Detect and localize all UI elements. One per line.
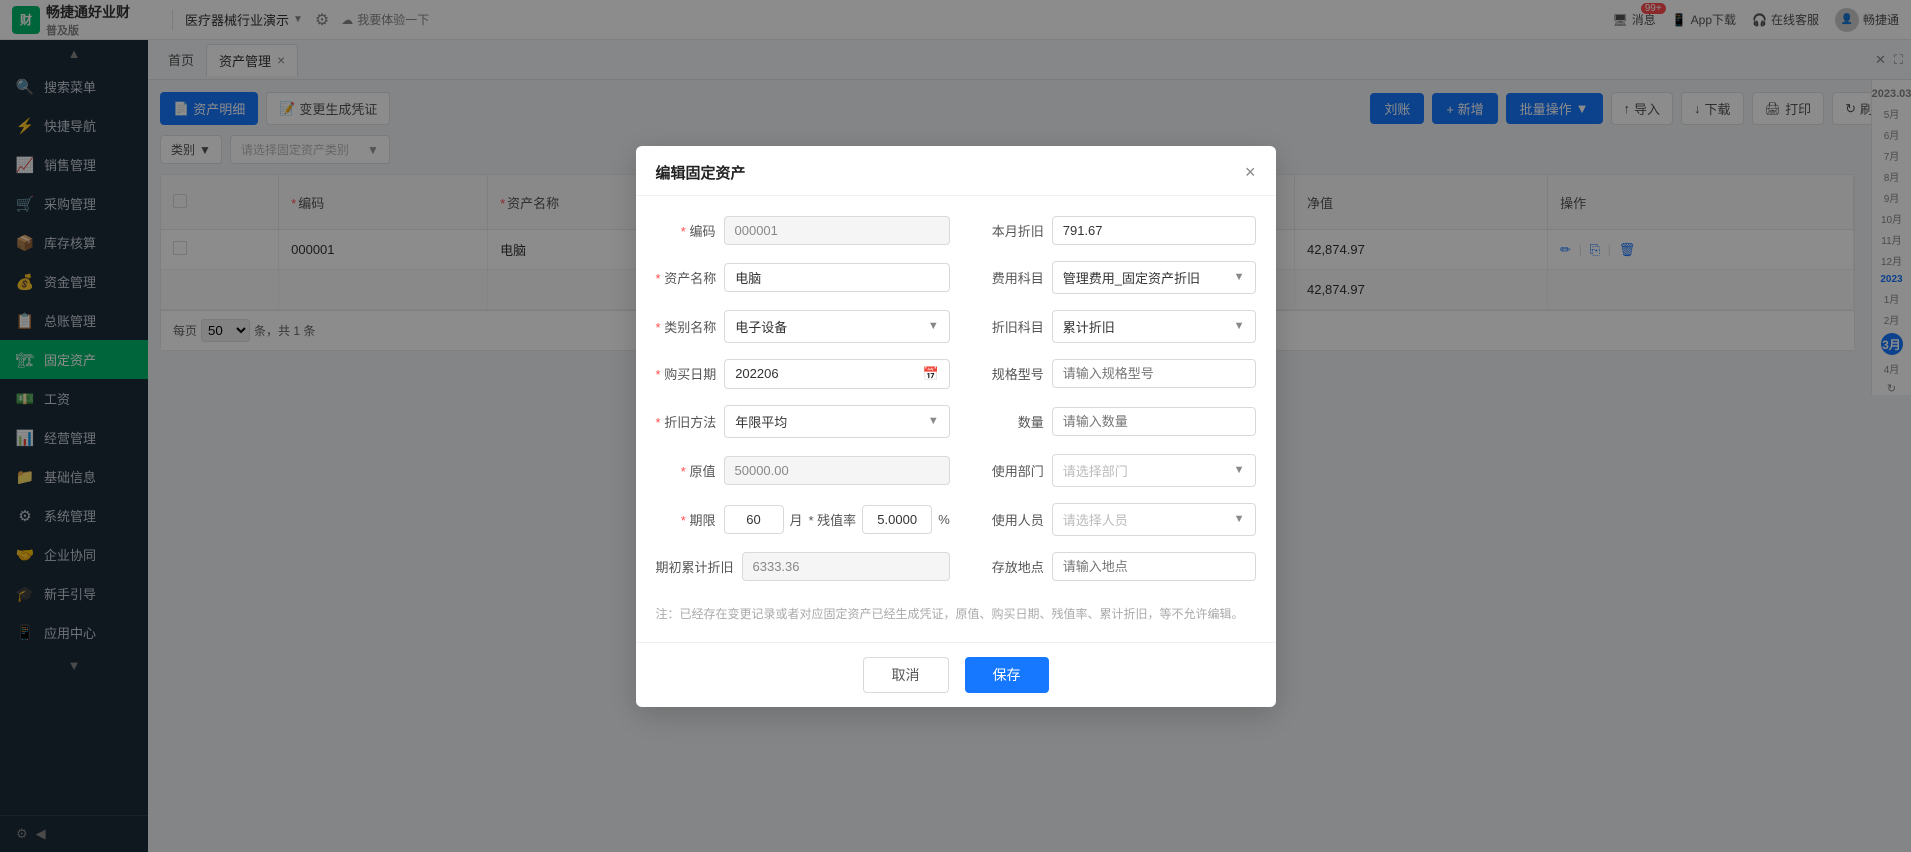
form-row-location: 存放地点 bbox=[974, 552, 1256, 581]
modal-header: 编辑固定资产 × bbox=[636, 146, 1276, 196]
note-row: 注：已经存在变更记录或者对应固定资产已经生成凭证，原值、购买日期、残值率、累计折… bbox=[656, 597, 1256, 622]
dept-arrow: ▼ bbox=[1234, 464, 1245, 476]
spec-label: 规格型号 bbox=[974, 364, 1044, 383]
user-arrow: ▼ bbox=[1234, 513, 1245, 525]
form-row-spec: 规格型号 bbox=[974, 359, 1256, 389]
form-row-user: 使用人员 请选择人员 ▼ bbox=[974, 503, 1256, 536]
form-row-name: * 资产名称 bbox=[656, 261, 950, 294]
modal-body: * 编码 本月折旧 * 资产名称 费用科目 bbox=[636, 196, 1276, 642]
residual-rate-input[interactable] bbox=[862, 505, 932, 534]
dep-method-select[interactable]: 年限平均 ▼ bbox=[724, 405, 950, 438]
dep-method-arrow: ▼ bbox=[928, 415, 939, 427]
save-button[interactable]: 保存 bbox=[965, 657, 1049, 693]
edit-modal: 编辑固定资产 × * 编码 本月折旧 * 资产名称 bbox=[636, 146, 1276, 707]
user-select[interactable]: 请选择人员 ▼ bbox=[1052, 503, 1256, 536]
form-row-initial-dep: 期初累计折旧 bbox=[656, 552, 950, 581]
category-label: * 类别名称 bbox=[656, 317, 717, 336]
form-row-original: * 原值 bbox=[656, 454, 950, 487]
residual-rate-pct: % bbox=[938, 512, 950, 527]
expense-subject-value: 管理费用_固定资产折旧 bbox=[1063, 268, 1200, 287]
dept-placeholder: 请选择部门 bbox=[1063, 461, 1128, 480]
spec-input[interactable] bbox=[1052, 359, 1256, 388]
category-arrow: ▼ bbox=[928, 320, 939, 332]
location-label: 存放地点 bbox=[974, 557, 1044, 576]
dep-method-value: 年限平均 bbox=[735, 412, 787, 431]
period-input[interactable] bbox=[724, 505, 784, 534]
quantity-label: 数量 bbox=[974, 412, 1044, 431]
name-input[interactable] bbox=[724, 263, 950, 292]
user-label: 使用人员 bbox=[974, 510, 1044, 529]
form-row-dept: 使用部门 请选择部门 ▼ bbox=[974, 454, 1256, 487]
initial-dep-input[interactable] bbox=[742, 552, 950, 581]
form-row-expense-subject: 费用科目 管理费用_固定资产折旧 ▼ bbox=[974, 261, 1256, 294]
code-label: * 编码 bbox=[656, 221, 716, 240]
dep-subject-label: 折旧科目 bbox=[974, 317, 1044, 336]
expense-subject-select[interactable]: 管理费用_固定资产折旧 ▼ bbox=[1052, 261, 1256, 294]
expense-subject-arrow: ▼ bbox=[1234, 271, 1245, 283]
calendar-icon: 📅 bbox=[923, 366, 939, 382]
purchase-date-value: 202206 bbox=[735, 366, 778, 381]
dep-subject-select[interactable]: 累计折旧 ▼ bbox=[1052, 310, 1256, 343]
location-input[interactable] bbox=[1052, 552, 1256, 581]
category-select[interactable]: 电子设备 ▼ bbox=[724, 310, 950, 343]
dep-method-label: * 折旧方法 bbox=[656, 412, 717, 431]
code-input[interactable] bbox=[724, 216, 950, 245]
quantity-input[interactable] bbox=[1052, 407, 1256, 436]
monthly-dep-label: 本月折旧 bbox=[974, 221, 1044, 240]
monthly-dep-input[interactable] bbox=[1052, 216, 1256, 245]
purchase-date-picker[interactable]: 202206 📅 bbox=[724, 359, 950, 389]
expense-subject-label: 费用科目 bbox=[974, 268, 1044, 287]
period-row: 月 * 残值率 % bbox=[724, 505, 950, 534]
form-row-period: * 期限 月 * 残值率 % bbox=[656, 503, 950, 536]
initial-dep-label: 期初累计折旧 bbox=[656, 557, 734, 576]
purchase-date-label: * 购买日期 bbox=[656, 364, 717, 383]
dept-select[interactable]: 请选择部门 ▼ bbox=[1052, 454, 1256, 487]
modal-footer: 取消 保存 bbox=[636, 642, 1276, 707]
form-row-quantity: 数量 bbox=[974, 405, 1256, 438]
residual-rate-label: * 残值率 bbox=[809, 510, 857, 529]
modal-close-button[interactable]: × bbox=[1245, 163, 1256, 181]
form-row-monthly-dep: 本月折旧 bbox=[974, 216, 1256, 245]
form-row-code: * 编码 bbox=[656, 216, 950, 245]
form-row-purchase-date: * 购买日期 202206 📅 bbox=[656, 359, 950, 389]
dep-subject-arrow: ▼ bbox=[1234, 320, 1245, 332]
period-unit-label: 月 bbox=[790, 510, 803, 529]
name-label: * 资产名称 bbox=[656, 268, 717, 287]
cancel-button[interactable]: 取消 bbox=[863, 657, 949, 693]
note-text: 注：已经存在变更记录或者对应固定资产已经生成凭证，原值、购买日期、残值率、累计折… bbox=[656, 607, 1244, 621]
period-label: * 期限 bbox=[656, 510, 716, 529]
form-row-dep-subject: 折旧科目 累计折旧 ▼ bbox=[974, 310, 1256, 343]
dep-subject-value: 累计折旧 bbox=[1063, 317, 1115, 336]
modal-overlay: 编辑固定资产 × * 编码 本月折旧 * 资产名称 bbox=[0, 0, 1911, 852]
original-label: * 原值 bbox=[656, 461, 716, 480]
dept-label: 使用部门 bbox=[974, 461, 1044, 480]
user-placeholder: 请选择人员 bbox=[1063, 510, 1128, 529]
modal-title: 编辑固定资产 bbox=[656, 162, 746, 183]
form-row-category: * 类别名称 电子设备 ▼ bbox=[656, 310, 950, 343]
form-row-dep-method: * 折旧方法 年限平均 ▼ bbox=[656, 405, 950, 438]
category-value: 电子设备 bbox=[735, 317, 787, 336]
original-input[interactable] bbox=[724, 456, 950, 485]
